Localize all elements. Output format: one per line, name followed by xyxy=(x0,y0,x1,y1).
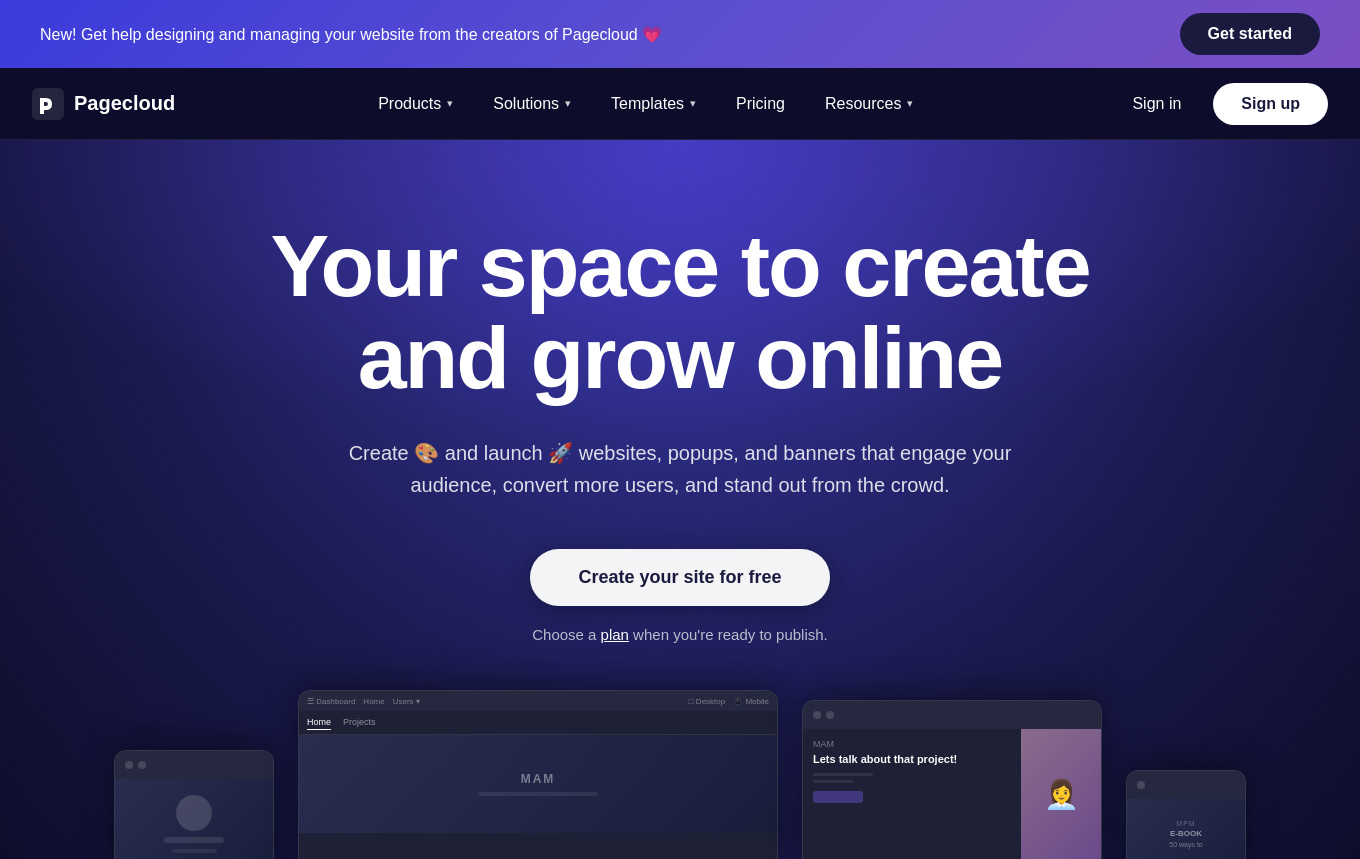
nav-pricing-label: Pricing xyxy=(736,95,785,113)
hero-screenshots: ☰ Dashboard Home Users ▾ □ Desktop 📱 Mob… xyxy=(0,660,1360,859)
card-nav-center: Home Projects xyxy=(299,711,777,735)
card-center-mmm: MAM xyxy=(478,772,598,786)
card-far-right-subtitle: 50 ways to xyxy=(1169,841,1202,848)
card-center-preview: MAM xyxy=(299,735,777,833)
nav-templates-button[interactable]: Templates ▾ xyxy=(595,85,712,123)
nav-templates-label: Templates xyxy=(611,95,684,113)
card-dot-4 xyxy=(826,711,834,719)
card-toolbar-center: ☰ Dashboard Home Users ▾ □ Desktop 📱 Mob… xyxy=(299,691,777,711)
logo-text: Pagecloud xyxy=(74,92,175,115)
card-right-heading: Lets talk about that project! xyxy=(813,753,1011,765)
card-header-right xyxy=(803,701,1101,729)
card-dot-5 xyxy=(1137,781,1145,789)
card-mmm-label: MAM xyxy=(813,739,1011,749)
main-nav: Pagecloud Products ▾ Solutions ▾ Templat… xyxy=(0,68,1360,140)
hero-cta-button[interactable]: Create your site for free xyxy=(530,549,829,606)
nav-actions: Sign in Sign up xyxy=(1116,83,1328,125)
resources-chevron-icon: ▾ xyxy=(907,97,913,110)
card-header-left xyxy=(115,751,273,779)
screenshot-card-far-right: MPM E-BOOK 50 ways to xyxy=(1126,770,1246,859)
nav-resources-label: Resources xyxy=(825,95,901,113)
screenshot-card-left xyxy=(114,750,274,859)
nav-logo[interactable]: Pagecloud xyxy=(32,88,175,120)
announcement-text: New! Get help designing and managing you… xyxy=(40,25,662,44)
card-right-image: 👩‍💼 xyxy=(1021,729,1101,859)
plan-text: Choose a plan when you're ready to publi… xyxy=(270,626,1089,643)
plan-text-after: when you're ready to publish. xyxy=(629,626,828,643)
person-image-placeholder: 👩‍💼 xyxy=(1044,778,1079,811)
nav-resources-button[interactable]: Resources ▾ xyxy=(809,85,929,123)
card-name-field xyxy=(813,773,873,776)
card-submit-btn xyxy=(813,791,863,803)
card-far-right-preview: MPM E-BOOK 50 ways to xyxy=(1127,799,1245,859)
nav-item-solutions[interactable]: Solutions ▾ xyxy=(477,85,587,123)
card-far-right-type: E-BOOK xyxy=(1169,829,1202,838)
nav-pricing-button[interactable]: Pricing xyxy=(720,85,801,123)
get-started-button[interactable]: Get started xyxy=(1180,13,1320,55)
pagecloud-logo-icon xyxy=(32,88,64,120)
card-image-left xyxy=(115,779,273,859)
hero-section: Your space to createand grow online Crea… xyxy=(0,140,1360,859)
nav-products-label: Products xyxy=(378,95,441,113)
screenshot-card-center: ☰ Dashboard Home Users ▾ □ Desktop 📱 Mob… xyxy=(298,690,778,859)
nav-links: Products ▾ Solutions ▾ Templates ▾ Prici… xyxy=(362,85,929,123)
card-nav-home: Home xyxy=(307,715,331,730)
card-far-right-label: MPM xyxy=(1169,820,1202,827)
card-toolbar-mobile: 📱 Mobile xyxy=(733,697,769,706)
card-toolbar-dashboard: ☰ Dashboard xyxy=(307,697,355,706)
card-dot-2 xyxy=(138,761,146,769)
card-toolbar-desktop: □ Desktop xyxy=(689,697,725,706)
card-dot-1 xyxy=(125,761,133,769)
nav-item-products[interactable]: Products ▾ xyxy=(362,85,469,123)
screenshot-card-right: MAM Lets talk about that project! 👩‍💼 xyxy=(802,700,1102,859)
nav-item-resources[interactable]: Resources ▾ xyxy=(809,85,929,123)
nav-solutions-label: Solutions xyxy=(493,95,559,113)
nav-item-templates[interactable]: Templates ▾ xyxy=(595,85,712,123)
card-email-field xyxy=(813,780,853,783)
card-toolbar-home: Home xyxy=(363,697,384,706)
sign-up-button[interactable]: Sign up xyxy=(1213,83,1328,125)
card-right-content: MAM Lets talk about that project! 👩‍💼 xyxy=(803,729,1101,859)
nav-solutions-button[interactable]: Solutions ▾ xyxy=(477,85,587,123)
hero-subtitle: Create 🎨 and launch 🚀 websites, popups, … xyxy=(340,437,1020,501)
card-nav-projects: Projects xyxy=(343,715,376,730)
card-header-far-right xyxy=(1127,771,1245,799)
products-chevron-icon: ▾ xyxy=(447,97,453,110)
solutions-chevron-icon: ▾ xyxy=(565,97,571,110)
templates-chevron-icon: ▾ xyxy=(690,97,696,110)
plan-text-before: Choose a xyxy=(532,626,600,643)
sign-in-button[interactable]: Sign in xyxy=(1116,85,1197,123)
nav-products-button[interactable]: Products ▾ xyxy=(362,85,469,123)
announcement-banner: New! Get help designing and managing you… xyxy=(0,0,1360,68)
card-right-text: MAM Lets talk about that project! xyxy=(803,729,1021,859)
card-dot-3 xyxy=(813,711,821,719)
plan-link[interactable]: plan xyxy=(601,626,629,643)
nav-item-pricing[interactable]: Pricing xyxy=(720,85,801,123)
hero-title: Your space to createand grow online xyxy=(270,220,1089,405)
card-toolbar-users: Users ▾ xyxy=(393,697,420,706)
hero-content: Your space to createand grow online Crea… xyxy=(246,220,1113,643)
